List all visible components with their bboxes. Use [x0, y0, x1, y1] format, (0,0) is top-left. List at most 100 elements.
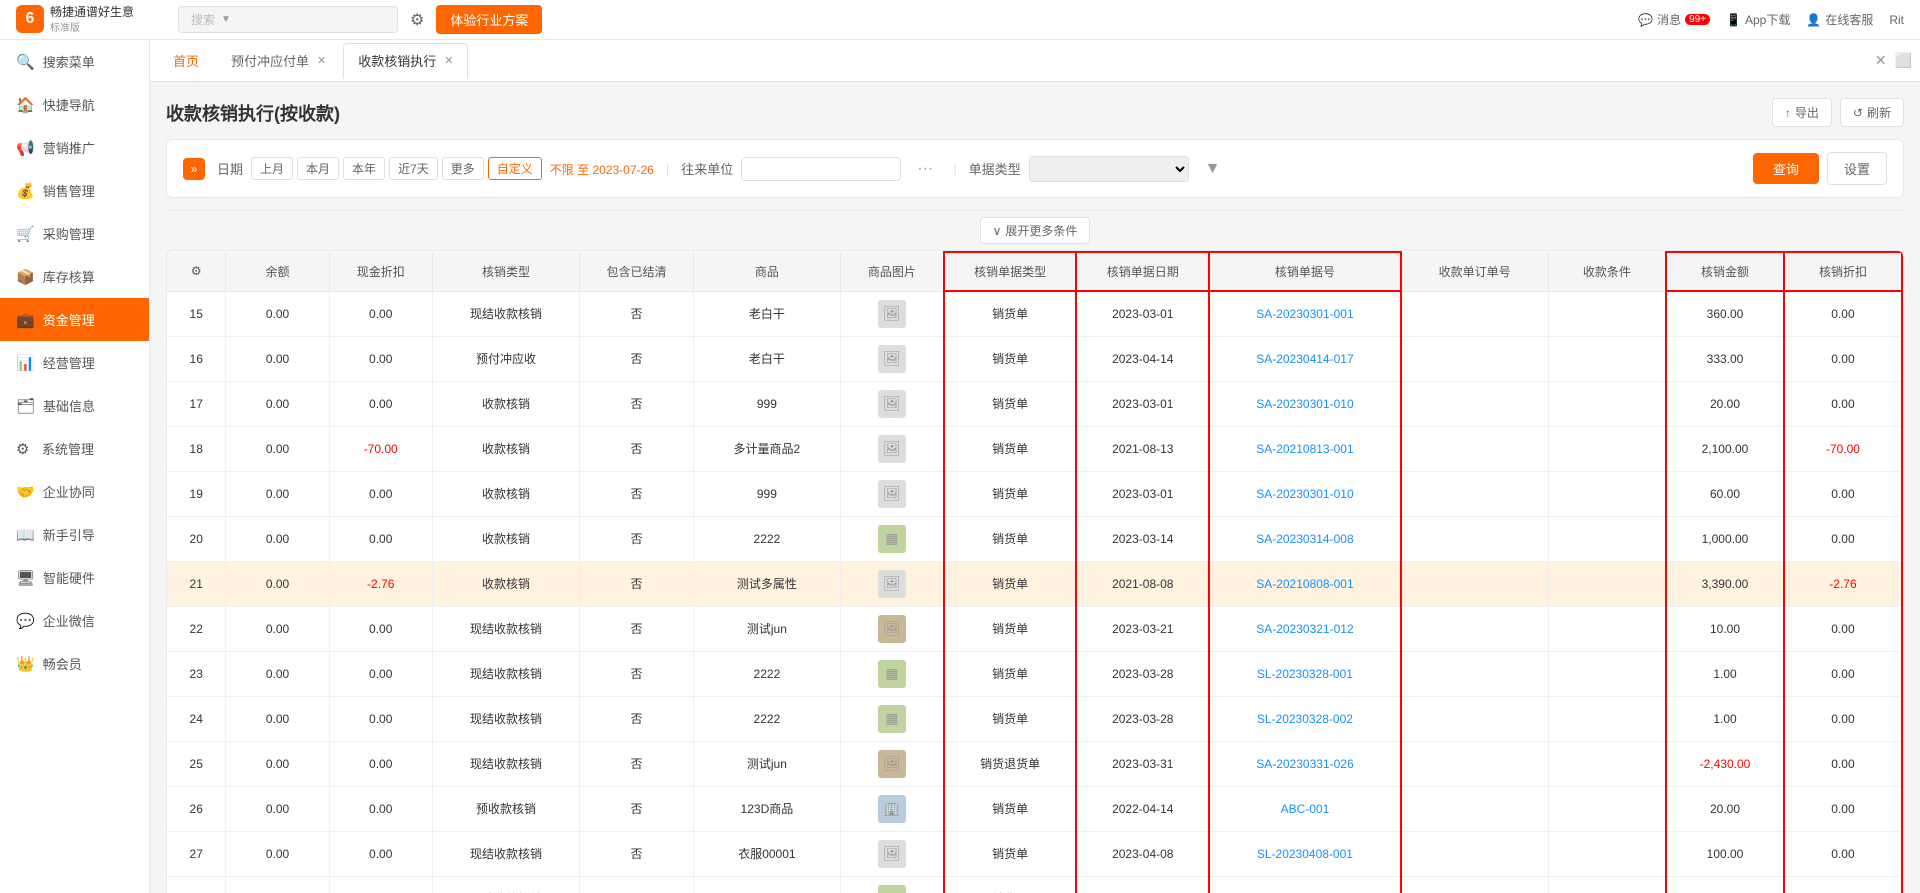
cell-verify-no: SL-20230328-001 — [1209, 651, 1401, 696]
col-settings[interactable]: ⚙ — [167, 252, 226, 291]
table-row: 27 0.00 0.00 现结收款核销 否 衣服00001 🖼 销货单 2023… — [167, 831, 1902, 876]
table-row: 17 0.00 0.00 收款核销 否 999 🖼 销货单 2023-03-01… — [167, 381, 1902, 426]
date-7days-button[interactable]: 近7天 — [389, 157, 438, 180]
cell-goods: 老白干 — [693, 336, 840, 381]
sidebar-item-hardware[interactable]: 🖥 智能硬件 — [0, 556, 149, 599]
refresh-icon: ↺ — [1853, 106, 1863, 120]
tab-bar-right: ✕ ⬜ — [1875, 52, 1912, 69]
app-download-button[interactable]: 📱 App下载 — [1726, 11, 1790, 28]
cell-collection-order-no — [1401, 831, 1548, 876]
tab-prepay-close-button[interactable]: ✕ — [317, 54, 326, 67]
cell-verify-voucher-type: 销货退货单 — [944, 741, 1077, 786]
cell-verify-type: 收款核销 — [432, 516, 579, 561]
cell-verify-type: 现结收款核销 — [432, 651, 579, 696]
cell-verify-discount: 0.00 — [1784, 831, 1902, 876]
user-menu[interactable]: Rit — [1889, 13, 1904, 27]
cell-goods: 2222 — [693, 651, 840, 696]
date-custom-button[interactable]: 自定义 — [488, 157, 542, 180]
source-filter-input[interactable] — [741, 157, 901, 181]
sidebar-item-basic-info[interactable]: 🗂 基础信息 — [0, 384, 149, 427]
sidebar-item-system[interactable]: ⚙ 系统管理 — [0, 427, 149, 470]
message-icon: 💬 — [1638, 13, 1653, 27]
query-button[interactable]: 查询 — [1753, 153, 1819, 184]
cell-row-no: 22 — [167, 606, 226, 651]
date-this-year-button[interactable]: 本年 — [343, 157, 385, 180]
cell-verify-no: SL-20230328-002 — [1209, 696, 1401, 741]
cell-row-no: 19 — [167, 471, 226, 516]
cell-include-settled: 否 — [580, 876, 694, 893]
cell-verify-discount: 0.00 — [1784, 696, 1902, 741]
tab-home[interactable]: 首页 — [158, 43, 214, 79]
cell-goods-img: 🖼 — [841, 606, 944, 651]
sidebar-item-search-menu[interactable]: 🔍 搜索菜单 — [0, 40, 149, 83]
date-this-month-button[interactable]: 本月 — [297, 157, 339, 180]
sidebar-item-enterprise[interactable]: 🤝 企业协同 — [0, 470, 149, 513]
table-row: 18 0.00 -70.00 收款核销 否 多计量商品2 🖼 销货单 2021-… — [167, 426, 1902, 471]
verify-no-link[interactable]: SL-20230408-001 — [1257, 847, 1353, 861]
cell-verify-type: 现结收款核销 — [432, 606, 579, 651]
data-table-container: ⚙ 余额 现金折扣 核销类型 包含已结清 商品 商品图片 核销单据类型 核销单据… — [166, 250, 1904, 893]
verify-no-link[interactable]: SA-20210808-001 — [1256, 577, 1353, 591]
date-last-month-button[interactable]: 上月 — [251, 157, 293, 180]
search-placeholder: 搜索 — [191, 11, 215, 28]
sidebar-item-operations[interactable]: 📊 经营管理 — [0, 341, 149, 384]
trial-industry-button[interactable]: 体验行业方案 — [436, 5, 542, 34]
tab-collection-close-button[interactable]: ✕ — [444, 54, 453, 67]
top-search-box[interactable]: 搜索 ▼ — [178, 6, 398, 33]
expand-more-button[interactable]: ∨ 展开更多条件 — [980, 217, 1091, 244]
tab-collection[interactable]: 收款核销执行 ✕ — [343, 43, 468, 79]
verify-no-link[interactable]: SA-20230321-012 — [1256, 622, 1353, 636]
sidebar-item-quick-nav[interactable]: 🏠 快捷导航 — [0, 83, 149, 126]
table-row: 25 0.00 0.00 现结收款核销 否 测试jun 🖼 销货退货单 2023… — [167, 741, 1902, 786]
mobile-icon: 📱 — [1726, 13, 1741, 27]
settings-gear-button[interactable]: ⚙ — [410, 10, 424, 30]
cell-verify-date: 2022-04-14 — [1076, 786, 1209, 831]
refresh-button[interactable]: ↺ 刷新 — [1840, 98, 1904, 127]
cell-verify-no: SL-20230418-001 — [1209, 876, 1401, 893]
voucher-filter-dots-button[interactable]: ▼ — [1197, 160, 1229, 178]
cell-verify-date: 2021-08-13 — [1076, 426, 1209, 471]
cell-goods-img: 🏢 — [841, 786, 944, 831]
verify-no-link[interactable]: SA-20230301-010 — [1256, 487, 1353, 501]
sidebar-item-purchase[interactable]: 🛒 采购管理 — [0, 212, 149, 255]
verify-no-link[interactable]: SA-20230331-026 — [1256, 757, 1353, 771]
verify-no-link[interactable]: SA-20230301-010 — [1256, 397, 1353, 411]
col-verify-voucher-type: 核销单据类型 — [944, 252, 1077, 291]
sidebar-item-sales[interactable]: 💰 销售管理 — [0, 169, 149, 212]
verify-no-link[interactable]: SA-20230414-017 — [1256, 352, 1353, 366]
cell-collection-order-no — [1401, 336, 1548, 381]
cell-verify-discount: 0.00 — [1784, 651, 1902, 696]
verify-no-link[interactable]: SL-20230328-002 — [1257, 712, 1353, 726]
cell-verify-discount: -70.00 — [1784, 426, 1902, 471]
verify-no-link[interactable]: SL-20230328-001 — [1257, 667, 1353, 681]
tab-maximize-button[interactable]: ⬜ — [1895, 52, 1912, 69]
table-row: 15 0.00 0.00 现结收款核销 否 老白干 🖼 销货单 2023-03-… — [167, 291, 1902, 336]
online-service-button[interactable]: 👤 在线客服 — [1806, 11, 1873, 28]
tab-prepay[interactable]: 预付冲应付单 ✕ — [216, 43, 341, 79]
cell-verify-voucher-type: 销货单 — [944, 831, 1077, 876]
cell-verify-date: 2021-08-08 — [1076, 561, 1209, 606]
voucher-type-select[interactable] — [1029, 156, 1189, 182]
sidebar-item-wechat[interactable]: 💬 企业微信 — [0, 599, 149, 642]
sidebar-item-member[interactable]: 👑 畅会员 — [0, 642, 149, 685]
sidebar-item-inventory[interactable]: 📦 库存核算 — [0, 255, 149, 298]
source-filter-dots-button[interactable]: ··· — [909, 160, 941, 178]
verify-no-link[interactable]: ABC-001 — [1281, 802, 1330, 816]
date-quick-buttons: 上月 本月 本年 近7天 更多 自定义 — [251, 157, 542, 180]
sidebar-item-marketing[interactable]: 📢 营销推广 — [0, 126, 149, 169]
cell-include-settled: 否 — [580, 831, 694, 876]
message-button[interactable]: 💬 消息 99+ — [1638, 11, 1710, 28]
export-button[interactable]: ↑ 导出 — [1772, 98, 1832, 127]
logo-area: 6 畅捷通谱好生意 标准版 — [16, 5, 166, 34]
sales-icon: 💰 — [16, 182, 35, 200]
sidebar-item-guide[interactable]: 📖 新手引导 — [0, 513, 149, 556]
filter-expand-button[interactable]: » — [183, 158, 205, 180]
verify-no-link[interactable]: SA-20210813-001 — [1256, 442, 1353, 456]
date-more-button[interactable]: 更多 — [442, 157, 484, 180]
verify-no-link[interactable]: SA-20230314-008 — [1256, 532, 1353, 546]
tab-close-all-button[interactable]: ✕ — [1875, 52, 1887, 69]
sidebar-item-finance[interactable]: 💼 资金管理 — [0, 298, 149, 341]
cell-verify-discount: 0.00 — [1784, 336, 1902, 381]
verify-no-link[interactable]: SA-20230301-001 — [1256, 307, 1353, 321]
filter-settings-button[interactable]: 设置 — [1827, 152, 1887, 185]
